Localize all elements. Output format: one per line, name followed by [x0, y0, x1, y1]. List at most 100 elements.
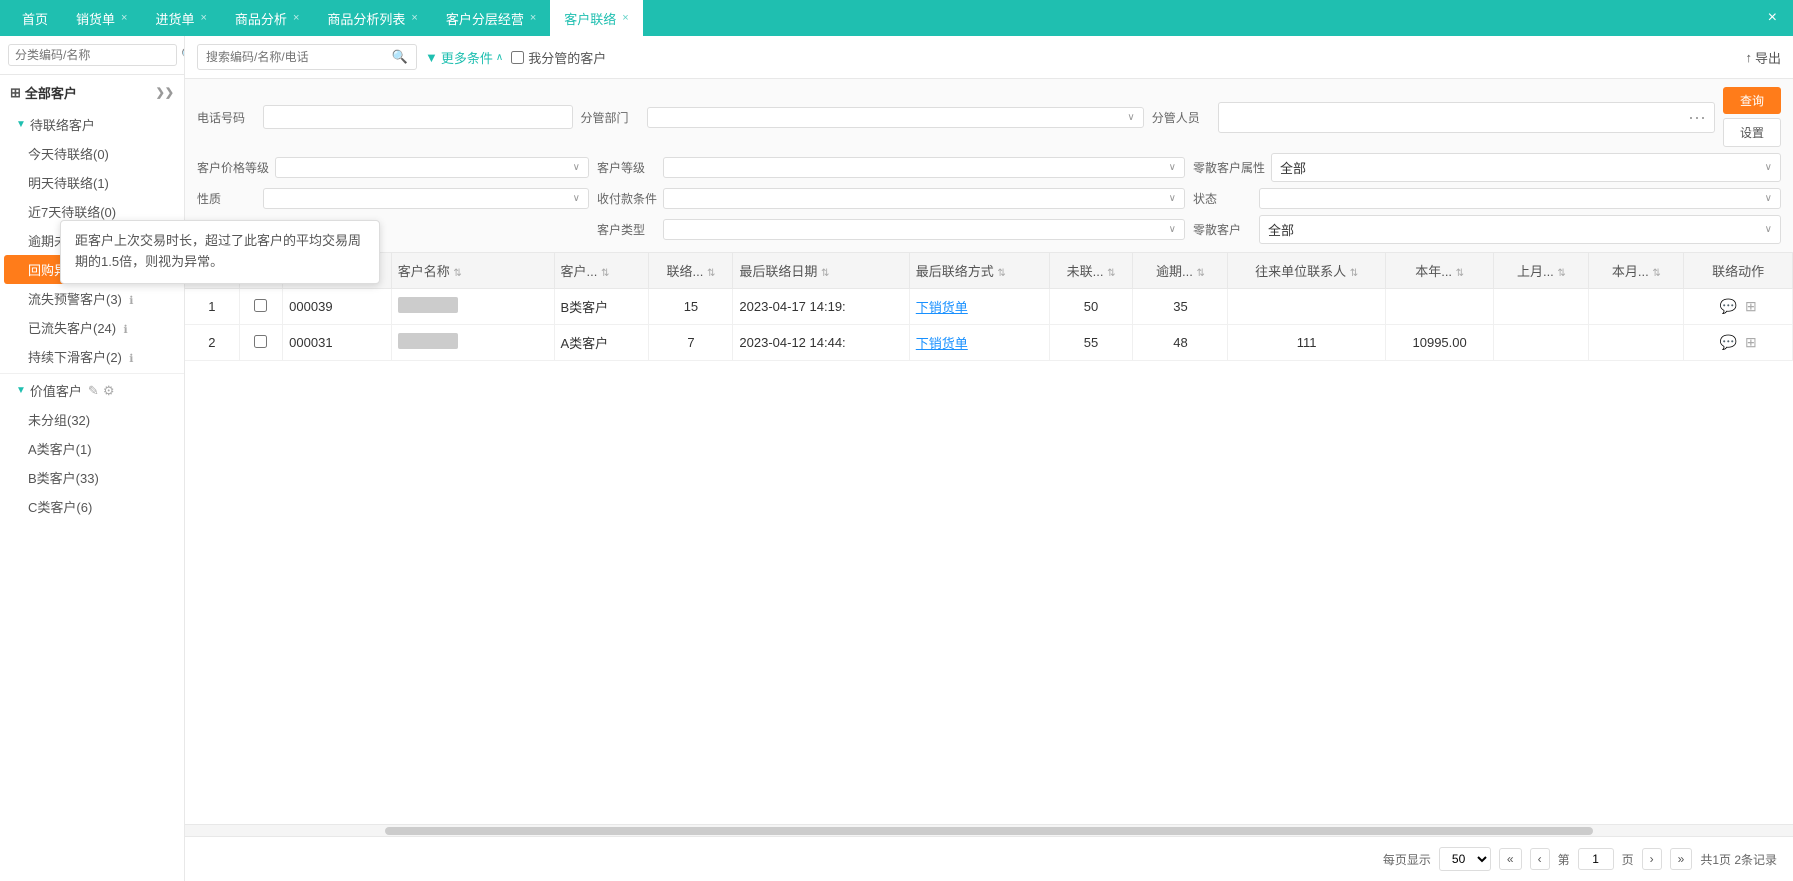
main-layout: 🔍 ⊞ 全部客户 ❯❯ ▼ 待联络客户 今天待联络(0) 明天待联络(1) 近7… [0, 36, 1793, 881]
scroll-thumb[interactable] [385, 827, 1593, 835]
price-level-select[interactable]: ∨ [275, 157, 589, 178]
close-sales-order-icon[interactable]: × [121, 12, 127, 24]
row2-method-link[interactable]: 下销货单 [916, 336, 968, 351]
th-last-month[interactable]: 上月... ⇅ [1494, 253, 1589, 289]
row1-method-link[interactable]: 下销货单 [916, 300, 968, 315]
manager-select[interactable]: ··· [1218, 102, 1715, 133]
query-button[interactable]: 查询 [1723, 87, 1781, 114]
window-close-button[interactable]: × [1760, 9, 1785, 27]
row1-check[interactable] [239, 289, 282, 325]
th-this-year[interactable]: 本年... ⇅ [1385, 253, 1494, 289]
payment-select[interactable]: ∨ [663, 188, 1185, 209]
sidebar-ungrouped[interactable]: 未分组(32) [0, 405, 184, 434]
settings-button[interactable]: 设置 [1723, 118, 1781, 147]
th-type[interactable]: 客户... ⇅ [554, 253, 649, 289]
nav-product-analysis-list[interactable]: 商品分析列表 × [313, 0, 431, 36]
row1-more-icon[interactable]: ⊞ [1745, 298, 1757, 315]
export-button[interactable]: ↑ 导出 [1745, 48, 1781, 67]
edit-icon[interactable]: ✎ [88, 383, 99, 399]
close-customer-contact-icon[interactable]: × [622, 12, 628, 24]
sidebar-all-customers[interactable]: ⊞ 全部客户 ❯❯ [0, 75, 184, 110]
status-select[interactable]: ∨ [1259, 188, 1781, 209]
more-conditions-button[interactable]: ▼ 更多条件 ∧ [425, 48, 503, 67]
horizontal-scrollbar[interactable] [185, 824, 1793, 836]
close-customer-segment-icon[interactable]: × [530, 12, 536, 24]
row2-chat-icon[interactable]: 💬 [1720, 334, 1737, 351]
settings-small-icon[interactable]: ⚙ [103, 383, 115, 399]
row1-code: 000039 [283, 289, 392, 325]
department-label: 分管部门 [581, 109, 641, 126]
zero-retail-select[interactable]: 全部 ∨ [1259, 215, 1781, 244]
th-last-method[interactable]: 最后联络方式 ⇅ [909, 253, 1049, 289]
th-name[interactable]: 客户名称 ⇅ [391, 253, 554, 289]
phone-input[interactable] [263, 105, 573, 129]
my-customers-checkbox[interactable]: 我分管的客户 [511, 48, 606, 67]
th-last-date[interactable]: 最后联络日期 ⇅ [733, 253, 909, 289]
th-overdue[interactable]: 逾期... ⇅ [1133, 253, 1228, 289]
close-product-analysis-icon[interactable]: × [293, 12, 299, 24]
row1-type: B类客户 [554, 289, 649, 325]
sidebar-search-input[interactable] [8, 44, 177, 66]
next-page-button[interactable]: › [1642, 848, 1662, 870]
sidebar-declining[interactable]: 持续下滑客户(2) ℹ [0, 342, 184, 371]
row2-checkbox[interactable] [254, 335, 267, 348]
zero-retail-attr-value: 全部 [1280, 158, 1306, 177]
customer-level-select[interactable]: ∨ [663, 157, 1185, 178]
row1-checkbox[interactable] [254, 299, 267, 312]
nav-home[interactable]: 首页 [8, 0, 62, 36]
export-icon: ↑ [1745, 50, 1752, 65]
department-select[interactable]: ∨ [647, 107, 1144, 128]
zero-retail-attr-select[interactable]: 全部 ∨ [1271, 153, 1781, 182]
row2-uncontact: 55 [1049, 325, 1133, 361]
chevron-down-type: ∨ [1169, 224, 1176, 235]
page-number-input[interactable] [1578, 848, 1614, 870]
close-product-analysis-list-icon[interactable]: × [411, 12, 417, 24]
filter-customer-type: 客户类型 ∨ [597, 219, 1185, 240]
table-header-row: ⚙ 客户编码 ⇅ 客户名称 ⇅ [185, 253, 1793, 289]
row1-action-icons: 💬 ⊞ [1690, 298, 1786, 315]
nav-customer-contact[interactable]: 客户联络 × [550, 0, 642, 36]
nav-product-analysis[interactable]: 商品分析 × [221, 0, 313, 36]
sidebar-churned[interactable]: 已流失客户(24) ℹ [0, 313, 184, 342]
sidebar-pending-section[interactable]: ▼ 待联络客户 [0, 110, 184, 139]
th-this-month[interactable]: 本月... ⇅ [1589, 253, 1684, 289]
prev-page-button[interactable]: ‹ [1530, 848, 1550, 870]
tooltip-popup: 距客户上次交易时长，超过了此客户的平均交易周期的1.5倍，则视为异常。 [60, 220, 380, 284]
phone-label: 电话号码 [197, 109, 257, 126]
gender-select[interactable]: ∨ [263, 188, 589, 209]
price-level-label: 客户价格等级 [197, 159, 269, 176]
collapse-icon[interactable]: ❯❯ [156, 86, 174, 99]
row1-last-method[interactable]: 下销货单 [909, 289, 1049, 325]
sidebar-tomorrow-pending[interactable]: 明天待联络(1) [0, 168, 184, 197]
row2-more-icon[interactable]: ⊞ [1745, 334, 1757, 351]
search-icon[interactable]: 🔍 [392, 49, 408, 65]
my-customers-check[interactable] [511, 51, 524, 64]
nav-purchase-order[interactable]: 进货单 × [141, 0, 220, 36]
row2-check[interactable] [239, 325, 282, 361]
nav-sales-order[interactable]: 销货单 × [62, 0, 141, 36]
sidebar-b-class[interactable]: B类客户(33) [0, 463, 184, 492]
search-input[interactable] [206, 50, 392, 64]
sidebar-value-section[interactable]: ▼ 价值客户 ✎ ⚙ [0, 376, 184, 405]
per-page-select[interactable]: 50 [1439, 847, 1491, 871]
sidebar-today-pending[interactable]: 今天待联络(0) [0, 139, 184, 168]
row2-last-date: 2023-04-12 14:44: [733, 325, 909, 361]
first-page-button[interactable]: « [1499, 848, 1522, 870]
page-suffix: 页 [1622, 851, 1634, 868]
customer-type-select[interactable]: ∨ [663, 219, 1185, 240]
filter-customer-level: 客户等级 ∨ [597, 157, 1185, 178]
row2-last-method[interactable]: 下销货单 [909, 325, 1049, 361]
nav-customer-segment[interactable]: 客户分层经营 × [432, 0, 550, 36]
row1-chat-icon[interactable]: 💬 [1720, 298, 1737, 315]
row1-last-month [1494, 289, 1589, 325]
sidebar-a-class[interactable]: A类客户(1) [0, 434, 184, 463]
last-page-button[interactable]: » [1670, 848, 1693, 870]
table-row: 1 000039 B类客户 15 2023-04-17 14:19: 下销货单 [185, 289, 1793, 325]
sidebar-churn-warning[interactable]: 流失预警客户(3) ℹ [0, 284, 184, 313]
sidebar-c-class[interactable]: C类客户(6) [0, 492, 184, 521]
th-contact[interactable]: 联络... ⇅ [649, 253, 733, 289]
row2-name-blurred [398, 333, 458, 349]
close-purchase-order-icon[interactable]: × [200, 12, 206, 24]
th-uncontact[interactable]: 未联... ⇅ [1049, 253, 1133, 289]
th-history[interactable]: 往来单位联系人 ⇅ [1228, 253, 1385, 289]
